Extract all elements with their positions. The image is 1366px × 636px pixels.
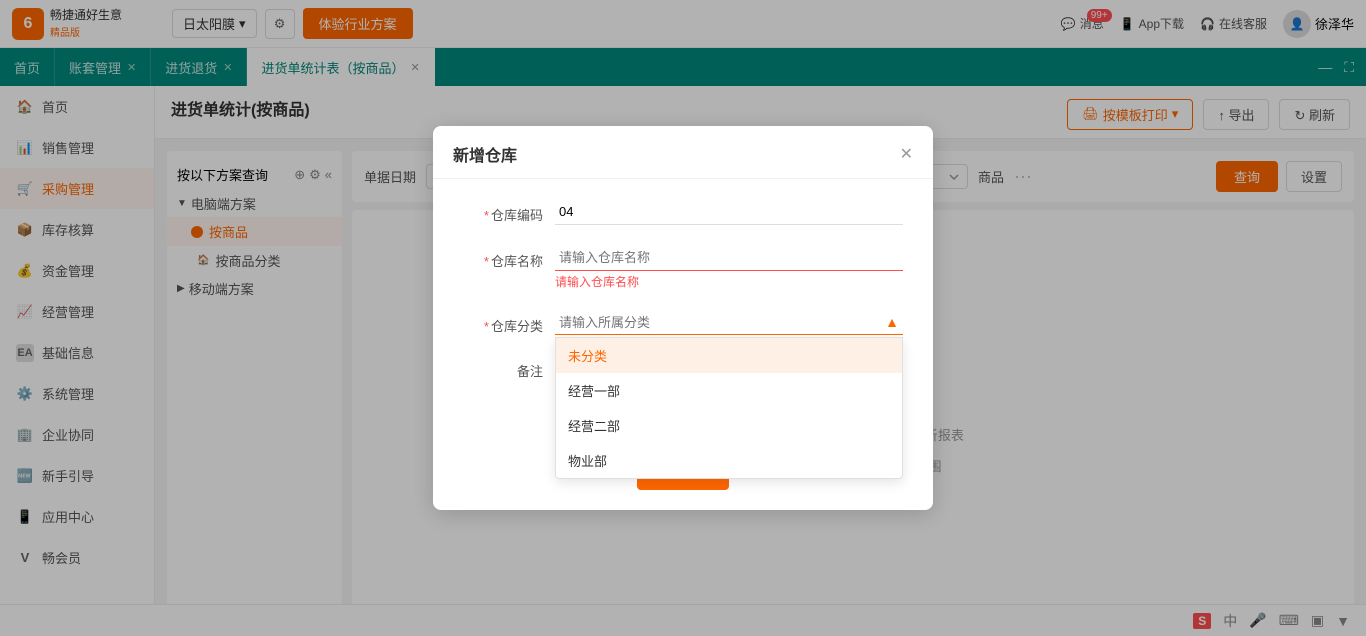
dialog-body: *仓库编码 04 *仓库名称 请输入仓库名称 *仓库分类 <box>433 179 933 438</box>
name-error-msg: 请输入仓库名称 <box>555 273 903 290</box>
note-label: 备注 <box>463 355 543 380</box>
code-field: 04 <box>555 199 903 225</box>
category-row: *仓库分类 ▲ 未分类 经营一部 经营二部 物业部 <box>463 310 903 335</box>
dropdown-item-dept1[interactable]: 经营一部 <box>556 373 902 408</box>
name-row: *仓库名称 请输入仓库名称 <box>463 245 903 290</box>
code-label: *仓库编码 <box>463 199 543 224</box>
dialog-title: 新增仓库 <box>453 142 517 166</box>
dialog-close-button[interactable]: ✕ <box>900 144 913 164</box>
category-label: *仓库分类 <box>463 310 543 335</box>
dropdown-item-uncategorized[interactable]: 未分类 <box>556 338 902 373</box>
name-input[interactable] <box>555 245 903 271</box>
category-arrow-icon[interactable]: ▲ <box>885 314 899 330</box>
category-input-wrap: ▲ <box>555 310 903 335</box>
category-input[interactable] <box>559 315 885 330</box>
category-field: ▲ 未分类 经营一部 经营二部 物业部 <box>555 310 903 335</box>
dropdown-item-property[interactable]: 物业部 <box>556 443 902 478</box>
name-label: *仓库名称 <box>463 245 543 270</box>
code-row: *仓库编码 04 <box>463 199 903 225</box>
dropdown-item-dept2[interactable]: 经营二部 <box>556 408 902 443</box>
category-dropdown: 未分类 经营一部 经营二部 物业部 <box>555 337 903 479</box>
modal-overlay[interactable]: 新增仓库 ✕ *仓库编码 04 *仓库名称 请输入仓库名称 <box>0 0 1366 636</box>
code-input[interactable]: 04 <box>555 199 903 225</box>
dialog-header: 新增仓库 ✕ <box>433 126 933 179</box>
add-warehouse-dialog: 新增仓库 ✕ *仓库编码 04 *仓库名称 请输入仓库名称 <box>433 126 933 510</box>
name-field: 请输入仓库名称 <box>555 245 903 290</box>
